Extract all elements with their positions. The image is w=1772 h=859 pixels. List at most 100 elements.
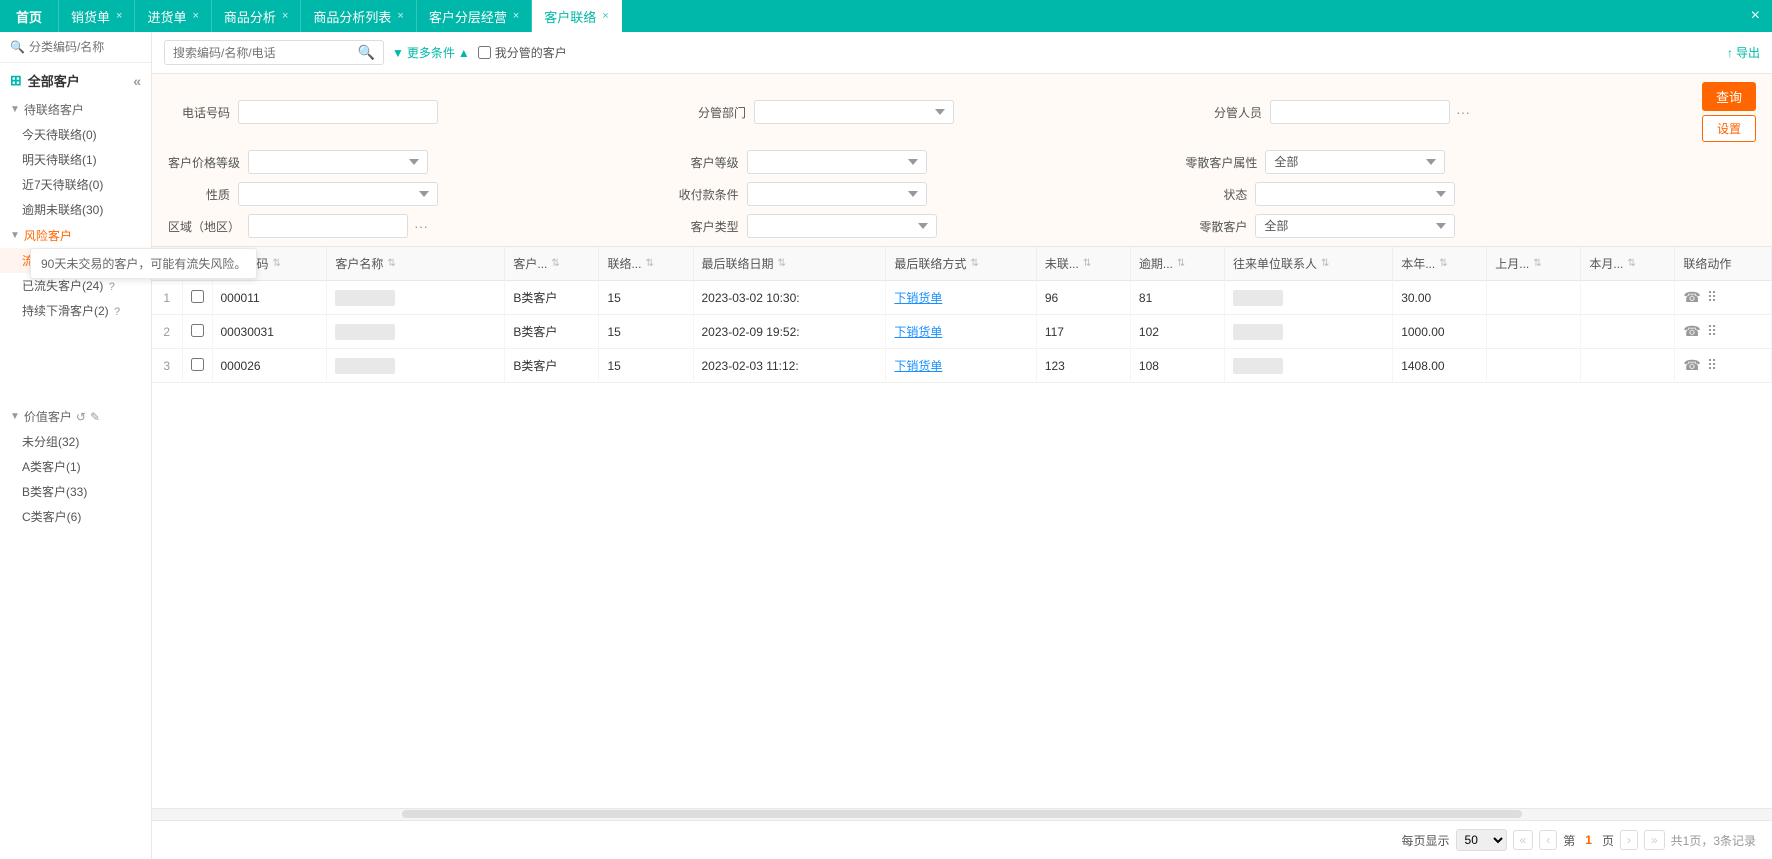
area-more-btn[interactable]: ··· (408, 218, 434, 234)
tab-customer-contact[interactable]: 客户联络 × (532, 0, 621, 32)
last-page-btn[interactable]: » (1644, 830, 1665, 850)
search-input[interactable] (173, 46, 358, 60)
th-unit-contact[interactable]: 往来单位联系人⇅ (1224, 247, 1392, 281)
settings-button[interactable]: 设置 (1702, 115, 1756, 142)
my-customers-checkbox[interactable] (478, 46, 491, 59)
filter-dept: 分管部门 (684, 100, 1176, 124)
sidebar-item-class-b[interactable]: B类客户(33) (0, 479, 151, 504)
sort-tmonth-icon[interactable]: ⇅ (1627, 258, 1635, 269)
sidebar-item-overdue[interactable]: 逾期未联络(30) (0, 197, 151, 222)
sort-overdue-icon[interactable]: ⇅ (1177, 258, 1185, 269)
manager-input[interactable] (1270, 100, 1450, 124)
sort-unit-icon[interactable]: ⇅ (1321, 258, 1329, 269)
filter-row-4: 区域（地区） ··· 客户类型 零散客户 全部 (168, 214, 1756, 238)
filter-panel: 电话号码 分管部门 分管人员 ··· 查询 设置 (152, 74, 1772, 247)
export-btn[interactable]: ↑ 导出 (1727, 44, 1760, 61)
th-contact[interactable]: 联络...⇅ (599, 247, 693, 281)
prev-page-btn[interactable]: ‹ (1539, 830, 1557, 850)
sort-code-icon[interactable]: ⇅ (273, 258, 281, 269)
row-num: 1 (152, 281, 182, 315)
sidebar-item-class-a[interactable]: A类客户(1) (0, 454, 151, 479)
th-last-month[interactable]: 上月...⇅ (1487, 247, 1581, 281)
manager-more-btn[interactable]: ··· (1450, 104, 1476, 120)
th-type[interactable]: 客户...⇅ (505, 247, 599, 281)
sidebar-item-today[interactable]: 今天待联络(0) (0, 122, 151, 147)
tab-customer-tier[interactable]: 客户分层经营 × (417, 0, 532, 32)
retail-select[interactable]: 全部 (1255, 214, 1455, 238)
th-name[interactable]: 客户名称⇅ (327, 247, 505, 281)
tab-analysis-list[interactable]: 商品分析列表 × (301, 0, 416, 32)
close-tab-analysis[interactable]: × (282, 10, 288, 22)
close-tab-customer-tier[interactable]: × (513, 10, 519, 22)
phone-icon[interactable]: ☎ (1683, 357, 1700, 374)
page-size-select[interactable]: 50 100 (1456, 829, 1507, 851)
row-last-date: 2023-03-02 10:30: (693, 281, 886, 315)
sidebar-group-risk[interactable]: ▼ 风险客户 (0, 222, 151, 248)
th-overdue[interactable]: 逾期...⇅ (1130, 247, 1224, 281)
table-row: 3 000026 name B类客户 15 2023-02-03 11:12: … (152, 349, 1772, 383)
row-checkbox (182, 315, 212, 349)
refresh-icon[interactable]: ↺ (76, 410, 86, 424)
price-tier-select[interactable] (248, 150, 428, 174)
query-button[interactable]: 查询 (1702, 82, 1756, 111)
sidebar-item-class-c[interactable]: C类客户(6) (0, 504, 151, 529)
current-page: 1 (1581, 833, 1596, 847)
tab-home[interactable]: 首页 (0, 0, 59, 32)
th-last-way[interactable]: 最后联络方式⇅ (886, 247, 1036, 281)
tab-analysis[interactable]: 商品分析 × (212, 0, 301, 32)
th-last-date[interactable]: 最后联络日期⇅ (693, 247, 886, 281)
th-this-month[interactable]: 本月...⇅ (1581, 247, 1675, 281)
close-tab-analysis-list[interactable]: × (397, 10, 403, 22)
scrollbar-thumb[interactable] (402, 810, 1522, 818)
payment-select[interactable] (747, 182, 927, 206)
horizontal-scrollbar[interactable] (152, 808, 1772, 820)
edit-icon[interactable]: ✎ (90, 410, 100, 424)
phone-icon[interactable]: ☎ (1683, 289, 1700, 306)
sort-no-contact-icon[interactable]: ⇅ (1083, 258, 1091, 269)
next-page-btn[interactable]: › (1620, 830, 1638, 850)
th-no-contact[interactable]: 未联...⇅ (1036, 247, 1130, 281)
app-close-btn[interactable]: × (1739, 7, 1772, 25)
sort-year-icon[interactable]: ⇅ (1439, 258, 1447, 269)
sidebar-item-declining[interactable]: 持续下滑客户(2) ? (0, 298, 151, 323)
sort-contact-icon[interactable]: ⇅ (645, 258, 653, 269)
sidebar-collapse-btn[interactable]: « (133, 73, 141, 89)
sidebar-item-7days[interactable]: 近7天待联络(0) (0, 172, 151, 197)
tab-sales[interactable]: 销货单 × (59, 0, 135, 32)
filter-retail: 零散客户 全部 (1185, 214, 1670, 238)
sort-way-icon[interactable]: ⇅ (970, 258, 978, 269)
sidebar-item-tomorrow[interactable]: 明天待联络(1) (0, 147, 151, 172)
phone-icon[interactable]: ☎ (1683, 323, 1700, 340)
sidebar-group-pending[interactable]: ▼ 待联络客户 (0, 96, 151, 122)
sort-type-icon[interactable]: ⇅ (551, 258, 559, 269)
status-select[interactable] (1255, 182, 1455, 206)
sort-date-icon[interactable]: ⇅ (778, 258, 786, 269)
more-filter-btn[interactable]: ▼ 更多条件 ▲ (392, 44, 470, 61)
sort-lmonth-icon[interactable]: ⇅ (1533, 258, 1541, 269)
retail-attr-select[interactable]: 全部 (1265, 150, 1445, 174)
more-icon[interactable]: ⠿ (1707, 323, 1717, 340)
more-icon[interactable]: ⠿ (1707, 357, 1717, 374)
close-tab-customer-contact[interactable]: × (602, 10, 608, 22)
sidebar-item-ungrouped[interactable]: 未分组(32) (0, 429, 151, 454)
sidebar-search-input[interactable] (29, 40, 141, 54)
row-num: 3 (152, 349, 182, 383)
customer-tier-select[interactable] (747, 150, 927, 174)
more-icon[interactable]: ⠿ (1707, 289, 1717, 306)
sort-name-icon[interactable]: ⇅ (387, 258, 395, 269)
sidebar-all-customers[interactable]: ⊞ 全部客户 « (0, 63, 151, 96)
dept-select[interactable] (754, 100, 954, 124)
search-btn[interactable]: 🔍 (358, 44, 375, 61)
first-page-btn[interactable]: « (1513, 830, 1534, 850)
tab-purchase[interactable]: 进货单 × (135, 0, 211, 32)
close-tab-sales[interactable]: × (116, 10, 122, 22)
row-contact: 15 (599, 315, 693, 349)
nature-select[interactable] (238, 182, 438, 206)
customer-type-select[interactable] (747, 214, 937, 238)
area-input[interactable] (248, 214, 408, 238)
th-this-year[interactable]: 本年...⇅ (1393, 247, 1487, 281)
sidebar-group-value[interactable]: ▼ 价值客户 ↺ ✎ (0, 403, 151, 429)
phone-input[interactable] (238, 100, 438, 124)
close-tab-purchase[interactable]: × (192, 10, 198, 22)
row-code: 00030031 (212, 315, 327, 349)
